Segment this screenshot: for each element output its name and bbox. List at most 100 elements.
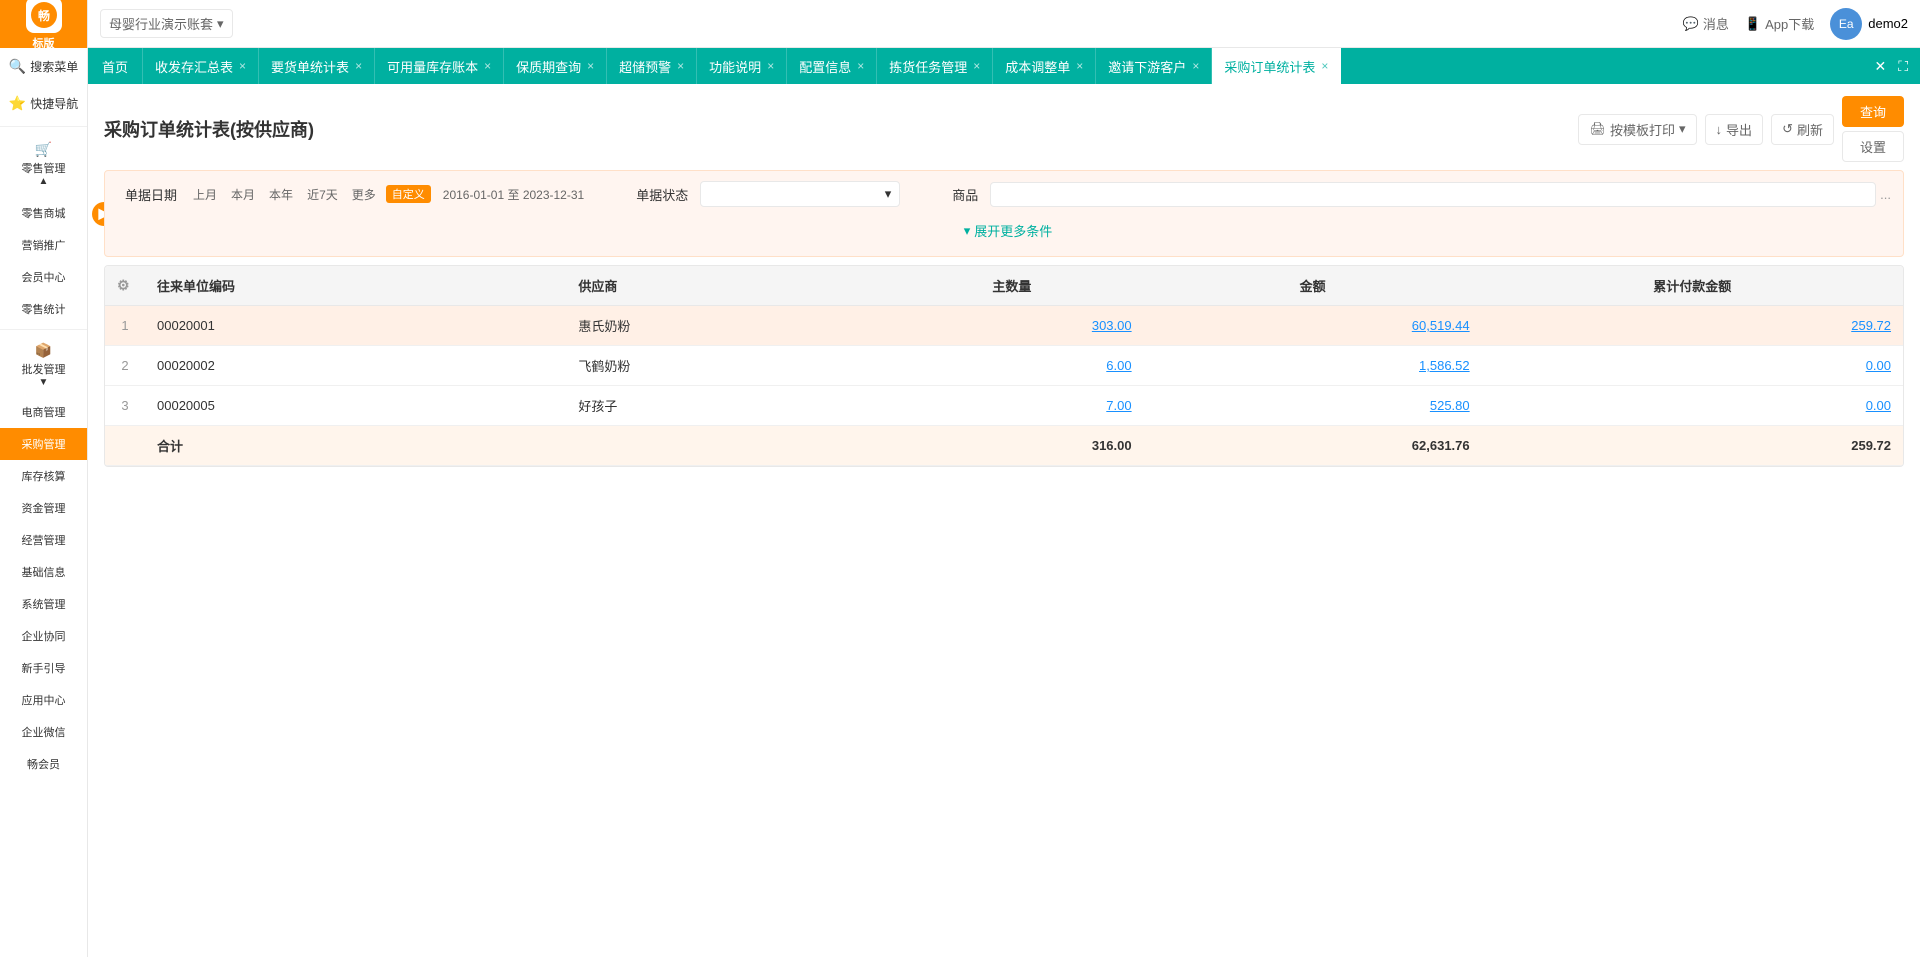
tab-peizhi[interactable]: 配置信息 × [787, 48, 877, 84]
retailstat-label: 零售统计 [22, 301, 66, 317]
sidebar-item-search[interactable]: 🔍 搜索菜单 [0, 48, 87, 85]
quicknav-icon: ⭐ [9, 95, 26, 112]
ellipsis-button[interactable]: ... [1880, 187, 1891, 202]
sidebar-item-enterprise[interactable]: 企业协同 [0, 620, 87, 652]
sidebar: 畅 标版 🔍 搜索菜单 ⭐ 快捷导航 🛒 零售管理 ▲ 零售商城 营销推广 会员… [0, 0, 88, 957]
status-select[interactable]: ▾ [700, 181, 900, 207]
account-dropdown[interactable]: 母婴行业演示账套 ▾ [100, 9, 233, 38]
tab-label: 拣货任务管理 [889, 57, 967, 76]
enterprise-label: 企业协同 [22, 628, 66, 644]
sidebar-item-retailstat[interactable]: 零售统计 [0, 293, 87, 325]
chevron-down-icon: ▼ [39, 377, 49, 388]
tab-keyongliang[interactable]: 可用量库存账本 × [375, 48, 504, 84]
sidebar-item-system[interactable]: 系统管理 [0, 588, 87, 620]
gear-icon[interactable]: ⚙ [117, 277, 130, 293]
tab-close-icon[interactable]: × [484, 59, 491, 73]
expand-filter-button[interactable]: ▾ 展开更多条件 [952, 215, 1065, 246]
filter-section: ▶ 单据日期 上月 本月 本年 近7天 更多 自定义 2016-01-01 至 … [104, 170, 1904, 257]
row-supplier: 惠氏奶粉 [566, 306, 880, 346]
export-button[interactable]: ↓ 导出 [1705, 114, 1764, 145]
tab-close-icon[interactable]: × [973, 59, 980, 73]
sidebar-item-operation[interactable]: 经营管理 [0, 524, 87, 556]
sidebar-item-finance[interactable]: 资金管理 [0, 492, 87, 524]
tab-close-icon[interactable]: × [677, 59, 684, 73]
refresh-button[interactable]: ↺ 刷新 [1771, 114, 1834, 145]
footer-qty: 316.00 [880, 426, 1143, 466]
shortcut-7days[interactable]: 近7天 [303, 184, 342, 205]
table-row[interactable]: 3 00020005 好孩子 7.00 525.80 0.00 [105, 386, 1903, 426]
sidebar-item-retailshop[interactable]: 零售商城 [0, 197, 87, 229]
app-download-button[interactable]: 📱 App下载 [1745, 14, 1814, 33]
footer-empty2 [566, 426, 880, 466]
col-supplier: 供应商 [566, 266, 880, 306]
sidebar-item-member[interactable]: 会员中心 [0, 261, 87, 293]
data-table-container: ⚙ 往来单位编码 供应商 主数量 金额 累计付款金额 1 00020001 [104, 265, 1904, 467]
tab-close-icon[interactable]: × [767, 59, 774, 73]
tab-label: 要货单统计表 [271, 57, 349, 76]
custom-badge[interactable]: 自定义 [386, 185, 431, 203]
user-menu[interactable]: Ea demo2 [1830, 8, 1908, 40]
shortcut-more[interactable]: 更多 [348, 184, 380, 205]
sidebar-item-inventory[interactable]: 库存核算 [0, 460, 87, 492]
print-button[interactable]: 🖨 按模板打印 ▾ [1578, 114, 1696, 145]
tab-shoufazong[interactable]: 收发存汇总表 × [143, 48, 259, 84]
page-actions: 🖨 按模板打印 ▾ ↓ 导出 ↺ 刷新 查询 [1578, 96, 1904, 162]
filter-bar: 单据日期 上月 本月 本年 近7天 更多 自定义 2016-01-01 至 20… [104, 170, 1904, 257]
table-row[interactable]: 2 00020002 飞鹤奶粉 6.00 1,586.52 0.00 [105, 346, 1903, 386]
shortcut-this-month[interactable]: 本月 [227, 184, 259, 205]
topbar: 母婴行业演示账套 ▾ 💬 消息 📱 App下载 Ea demo2 [88, 0, 1920, 48]
tab-caigou[interactable]: 采购订单统计表 × [1212, 48, 1341, 84]
sidebar-item-vip[interactable]: 畅会员 [0, 748, 87, 780]
filter-row-1: 单据日期 上月 本月 本年 近7天 更多 自定义 2016-01-01 至 20… [125, 181, 1891, 207]
shortcut-last-month[interactable]: 上月 [189, 184, 221, 205]
row-amount: 525.80 [1144, 386, 1482, 426]
chevron-down-icon: ▾ [885, 186, 892, 202]
settings-button[interactable]: 设置 [1842, 131, 1904, 162]
row-code: 00020002 [145, 346, 566, 386]
username: demo2 [1868, 16, 1908, 31]
marketing-label: 营销推广 [22, 237, 66, 253]
close-tab-button[interactable]: ✕ [1870, 54, 1890, 79]
tab-close-icon[interactable]: × [1076, 59, 1083, 73]
shortcut-this-year[interactable]: 本年 [265, 184, 297, 205]
date-range-display: 2016-01-01 至 2023-12-31 [443, 186, 584, 203]
tab-tuohuo[interactable]: 拣货任务管理 × [877, 48, 993, 84]
table-footer-row: 合计 316.00 62,631.76 259.72 [105, 426, 1903, 466]
sidebar-item-wholesale[interactable]: 📦 批发管理 ▼ [0, 334, 87, 396]
tab-close-icon[interactable]: × [239, 59, 246, 73]
basic-label: 基础信息 [22, 564, 66, 580]
table-row[interactable]: 1 00020001 惠氏奶粉 303.00 60,519.44 259.72 [105, 306, 1903, 346]
sidebar-item-retail[interactable]: 🛒 零售管理 ▲ [0, 131, 87, 197]
sidebar-item-quicknav[interactable]: ⭐ 快捷导航 [0, 85, 87, 122]
row-num: 2 [105, 346, 145, 386]
tab-home[interactable]: 首页 [88, 48, 143, 84]
tab-close-icon[interactable]: × [587, 59, 594, 73]
tab-close-icon[interactable]: × [1192, 59, 1199, 73]
retailshop-label: 零售商城 [22, 205, 66, 221]
tab-close-icon[interactable]: × [1321, 59, 1328, 73]
sidebar-item-basic[interactable]: 基础信息 [0, 556, 87, 588]
sidebar-item-purchase[interactable]: 采购管理 [0, 428, 87, 460]
vip-label: 畅会员 [27, 756, 60, 772]
sidebar-item-ecommerce[interactable]: 电商管理 [0, 396, 87, 428]
system-label: 系统管理 [22, 596, 66, 612]
chevron-down-icon: ▲ [39, 176, 49, 187]
tab-yaoqing[interactable]: 邀请下游客户 × [1096, 48, 1212, 84]
sidebar-item-corpwechat[interactable]: 企业微信 [0, 716, 87, 748]
query-button[interactable]: 查询 [1842, 96, 1904, 127]
sidebar-item-newguide[interactable]: 新手引导 [0, 652, 87, 684]
message-button[interactable]: 💬 消息 [1683, 14, 1729, 33]
tab-gongneng[interactable]: 功能说明 × [697, 48, 787, 84]
tab-chaochuyujing[interactable]: 超储预警 × [607, 48, 697, 84]
tab-yaohuo[interactable]: 要货单统计表 × [259, 48, 375, 84]
sidebar-item-marketing[interactable]: 营销推广 [0, 229, 87, 261]
maximize-button[interactable]: ⛶ [1894, 54, 1912, 79]
tab-close-icon[interactable]: × [857, 59, 864, 73]
tab-label: 收发存汇总表 [155, 57, 233, 76]
sidebar-item-appcenter[interactable]: 应用中心 [0, 684, 87, 716]
tab-close-icon[interactable]: × [355, 59, 362, 73]
tab-chengben[interactable]: 成本调整单 × [993, 48, 1096, 84]
tab-baozhiqi[interactable]: 保质期查询 × [504, 48, 607, 84]
sidebar-item-label: 搜索菜单 [30, 58, 78, 75]
goods-input[interactable] [990, 182, 1876, 207]
